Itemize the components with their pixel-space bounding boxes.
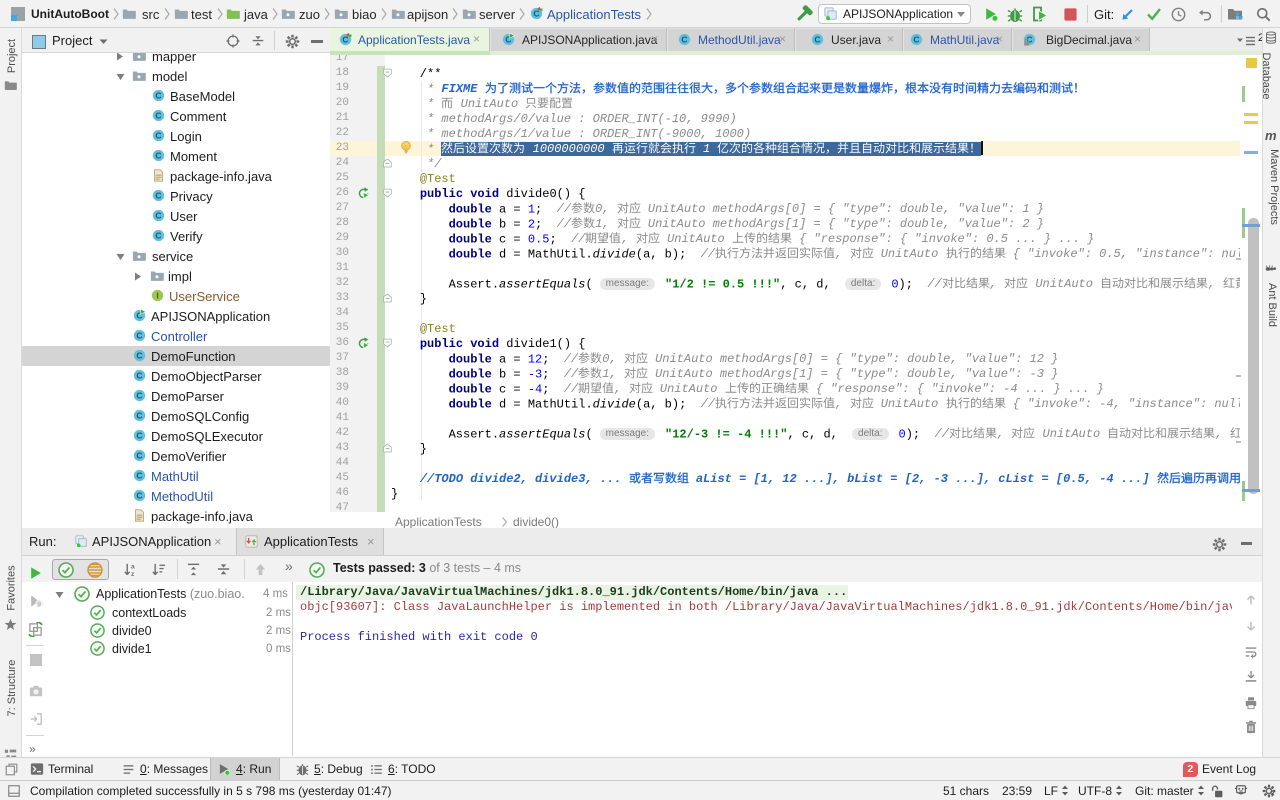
svg-text:C: C [136, 350, 142, 360]
svg-text:C: C [814, 34, 820, 44]
svg-text:C: C [681, 34, 687, 44]
svg-text:C: C [136, 370, 142, 380]
svg-text:C: C [155, 190, 161, 200]
svg-text:C: C [136, 330, 142, 340]
svg-text:a: a [131, 564, 135, 571]
svg-text:C: C [155, 210, 161, 220]
svg-text:C: C [136, 390, 142, 400]
svg-text:z: z [131, 571, 135, 577]
svg-text:C: C [136, 450, 142, 460]
svg-text:C: C [136, 430, 142, 440]
svg-text:C: C [136, 410, 142, 420]
svg-text:C: C [155, 90, 161, 100]
svg-text:?: ? [1270, 789, 1275, 798]
svg-text:C: C [155, 230, 161, 240]
svg-text:C: C [136, 470, 142, 480]
svg-text:C: C [155, 130, 161, 140]
svg-text:9: 9 [37, 599, 41, 608]
svg-text:C: C [136, 490, 142, 500]
svg-text:I: I [156, 290, 158, 300]
svg-text:C: C [913, 34, 919, 44]
svg-text:C: C [155, 110, 161, 120]
svg-text:C: C [155, 150, 161, 160]
